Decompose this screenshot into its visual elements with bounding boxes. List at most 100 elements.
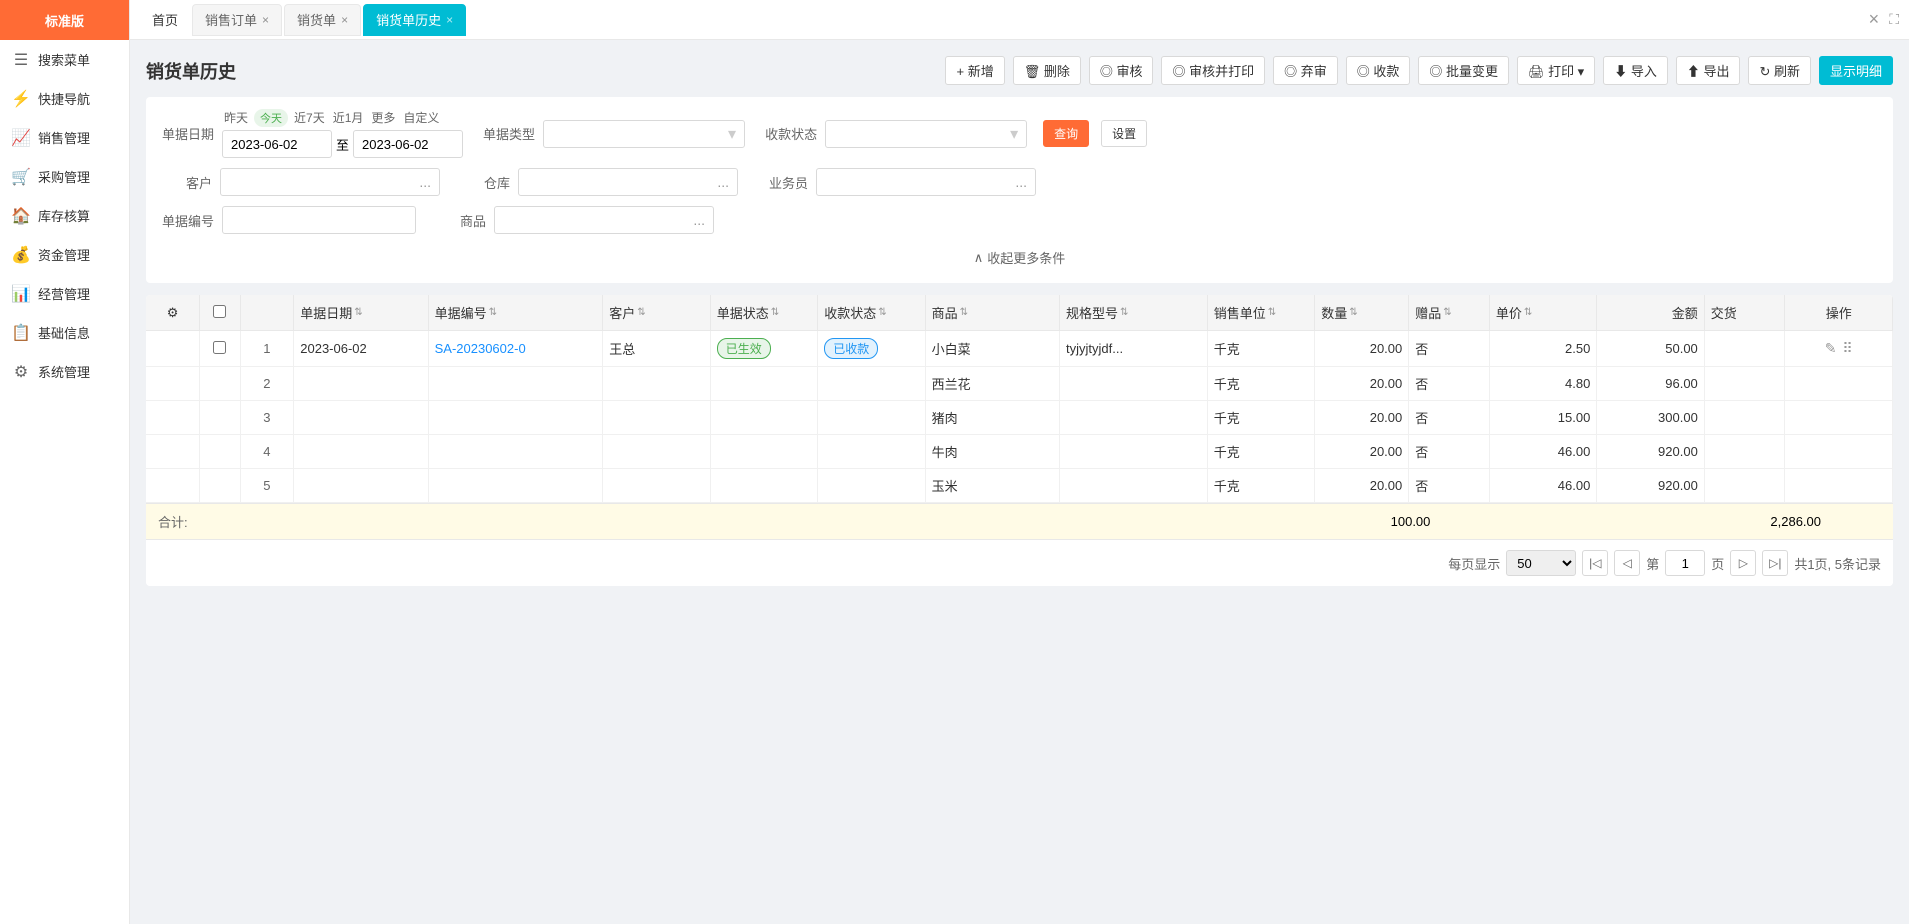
date-tab-today[interactable]: 今天: [254, 109, 288, 127]
first-page-button[interactable]: |◁: [1582, 550, 1608, 576]
cell-check[interactable]: [200, 367, 240, 401]
date-tab-custom[interactable]: 自定义: [401, 109, 441, 127]
date-tab-7days[interactable]: 近7天: [292, 109, 327, 127]
settings-button[interactable]: 设置: [1101, 120, 1147, 147]
cell-check[interactable]: [200, 435, 240, 469]
maximize-button[interactable]: ⛶: [1889, 11, 1899, 28]
sidebar-item-system-mgmt[interactable]: ⚙ 系统管理: [0, 352, 129, 391]
prev-page-button[interactable]: ◁: [1614, 550, 1640, 576]
sidebar-item-sales-mgmt[interactable]: 📈 销售管理: [0, 118, 129, 157]
th-unit[interactable]: 销售单位⇅: [1207, 295, 1314, 331]
date-from-input[interactable]: [222, 130, 332, 158]
page-input[interactable]: [1665, 550, 1705, 576]
cell-price: 2.50: [1489, 331, 1596, 367]
tab-sales-order[interactable]: 销售订单 ×: [192, 4, 282, 36]
show-detail-button[interactable]: 显示明细: [1819, 56, 1893, 85]
next-page-button[interactable]: ▷: [1730, 550, 1756, 576]
cell-check[interactable]: [200, 401, 240, 435]
cell-pay-status: [818, 401, 925, 435]
cell-doc-status: [710, 435, 817, 469]
cell-gift: 否: [1409, 435, 1490, 469]
th-doc-status[interactable]: 单据状态⇅: [710, 295, 817, 331]
th-goods[interactable]: 商品⇅: [925, 295, 1059, 331]
salesperson-input[interactable]: [825, 175, 1015, 190]
date-tab-yesterday[interactable]: 昨天: [222, 109, 250, 127]
goods-label: 商品: [436, 211, 486, 230]
th-date[interactable]: 单据日期⇅: [294, 295, 428, 331]
delete-button[interactable]: 🗑 删除: [1013, 56, 1081, 85]
sidebar-item-quick-nav[interactable]: ⚡ 快捷导航: [0, 79, 129, 118]
sort-icon: ⇅: [1524, 307, 1532, 318]
last-page-button[interactable]: ▷|: [1762, 550, 1788, 576]
close-tab-icon[interactable]: ×: [341, 13, 348, 27]
sidebar-item-basic-info[interactable]: 📋 基础信息: [0, 313, 129, 352]
th-gift[interactable]: 赠品⇅: [1409, 295, 1490, 331]
cell-spec: [1060, 401, 1208, 435]
tab-home[interactable]: 首页: [140, 4, 190, 36]
abandon-button[interactable]: ◎ 弃审: [1273, 56, 1338, 85]
cell-gift: 否: [1409, 401, 1490, 435]
sidebar-item-finance[interactable]: 💰 资金管理: [0, 235, 129, 274]
sidebar-item-purchase-mgmt[interactable]: 🛒 采购管理: [0, 157, 129, 196]
cell-amount: 920.00: [1597, 435, 1704, 469]
date-tab-more[interactable]: 更多: [369, 109, 397, 127]
date-tab-1month[interactable]: 近1月: [331, 109, 366, 127]
add-button[interactable]: + 新增: [945, 56, 1004, 85]
filter-goods: 商品 ...: [436, 206, 714, 234]
customer-ellipsis-btn[interactable]: ...: [419, 174, 431, 190]
th-pay-status[interactable]: 收款状态⇅: [818, 295, 925, 331]
cell-check[interactable]: [200, 469, 240, 503]
th-check[interactable]: [200, 295, 240, 331]
sort-icon: ⇅: [637, 307, 645, 318]
th-price[interactable]: 单价⇅: [1489, 295, 1596, 331]
select-all-checkbox[interactable]: [213, 305, 226, 318]
close-tab-icon[interactable]: ×: [446, 13, 453, 27]
page-size-select[interactable]: 50 100 200: [1506, 550, 1576, 576]
cell-customer: 王总: [603, 331, 710, 367]
batch-change-button[interactable]: ◎ 批量变更: [1418, 56, 1509, 85]
close-tab-icon[interactable]: ×: [262, 13, 269, 27]
goods-ellipsis-btn[interactable]: ...: [693, 212, 705, 228]
audit-print-button[interactable]: ◎ 审核并打印: [1161, 56, 1265, 85]
sidebar-item-business[interactable]: 📊 经营管理: [0, 274, 129, 313]
close-window-button[interactable]: ×: [1861, 9, 1888, 30]
cell-doc-status: [710, 401, 817, 435]
query-button[interactable]: 查询: [1043, 120, 1089, 147]
collapse-up-icon: ∧: [974, 250, 984, 266]
warehouse-input[interactable]: [527, 175, 717, 190]
finance-icon: 💰: [12, 246, 30, 264]
sidebar-item-label: 快捷导航: [38, 89, 90, 108]
inventory-icon: 🏠: [12, 207, 30, 225]
pay-status-input[interactable]: [834, 126, 1010, 141]
th-settings[interactable]: ⚙: [146, 295, 200, 331]
doc-type-input[interactable]: [552, 126, 728, 141]
th-spec[interactable]: 规格型号⇅: [1060, 295, 1208, 331]
tab-sales-goods[interactable]: 销货单 ×: [284, 4, 361, 36]
edit-op-btn[interactable]: ✎: [1825, 340, 1837, 356]
sidebar-item-search-menu[interactable]: ☰ 搜索菜单: [0, 40, 129, 79]
print-button[interactable]: 🖨 打印 ▾: [1517, 56, 1595, 85]
cell-check[interactable]: [200, 331, 240, 367]
export-button[interactable]: ⬆ 导出: [1676, 56, 1741, 85]
goods-input[interactable]: [503, 213, 693, 228]
import-button[interactable]: ⬇ 导入: [1603, 56, 1668, 85]
table-settings-icon[interactable]: ⚙: [167, 305, 179, 320]
more-op-btn[interactable]: ⠿: [1842, 340, 1852, 356]
collect-button[interactable]: ◎ 收款: [1346, 56, 1411, 85]
tab-sales-history[interactable]: 销货单历史 ×: [363, 4, 466, 36]
th-sn[interactable]: 单据编号⇅: [428, 295, 603, 331]
refresh-button[interactable]: ↻ 刷新: [1748, 56, 1811, 85]
warehouse-ellipsis-btn[interactable]: ...: [717, 174, 729, 190]
collapse-button[interactable]: ∧ 收起更多条件: [970, 244, 1070, 271]
th-qty[interactable]: 数量⇅: [1315, 295, 1409, 331]
salesperson-ellipsis-btn[interactable]: ...: [1015, 174, 1027, 190]
cell-price: 46.00: [1489, 435, 1596, 469]
sidebar-item-inventory[interactable]: 🏠 库存核算: [0, 196, 129, 235]
th-customer[interactable]: 客户⇅: [603, 295, 710, 331]
date-to-input[interactable]: [353, 130, 463, 158]
customer-input[interactable]: [229, 175, 419, 190]
audit-button[interactable]: ◎ 审核: [1089, 56, 1154, 85]
cell-sn[interactable]: SA-20230602-0: [428, 331, 603, 367]
system-icon: ⚙: [12, 363, 30, 381]
doc-no-input[interactable]: [222, 206, 416, 234]
